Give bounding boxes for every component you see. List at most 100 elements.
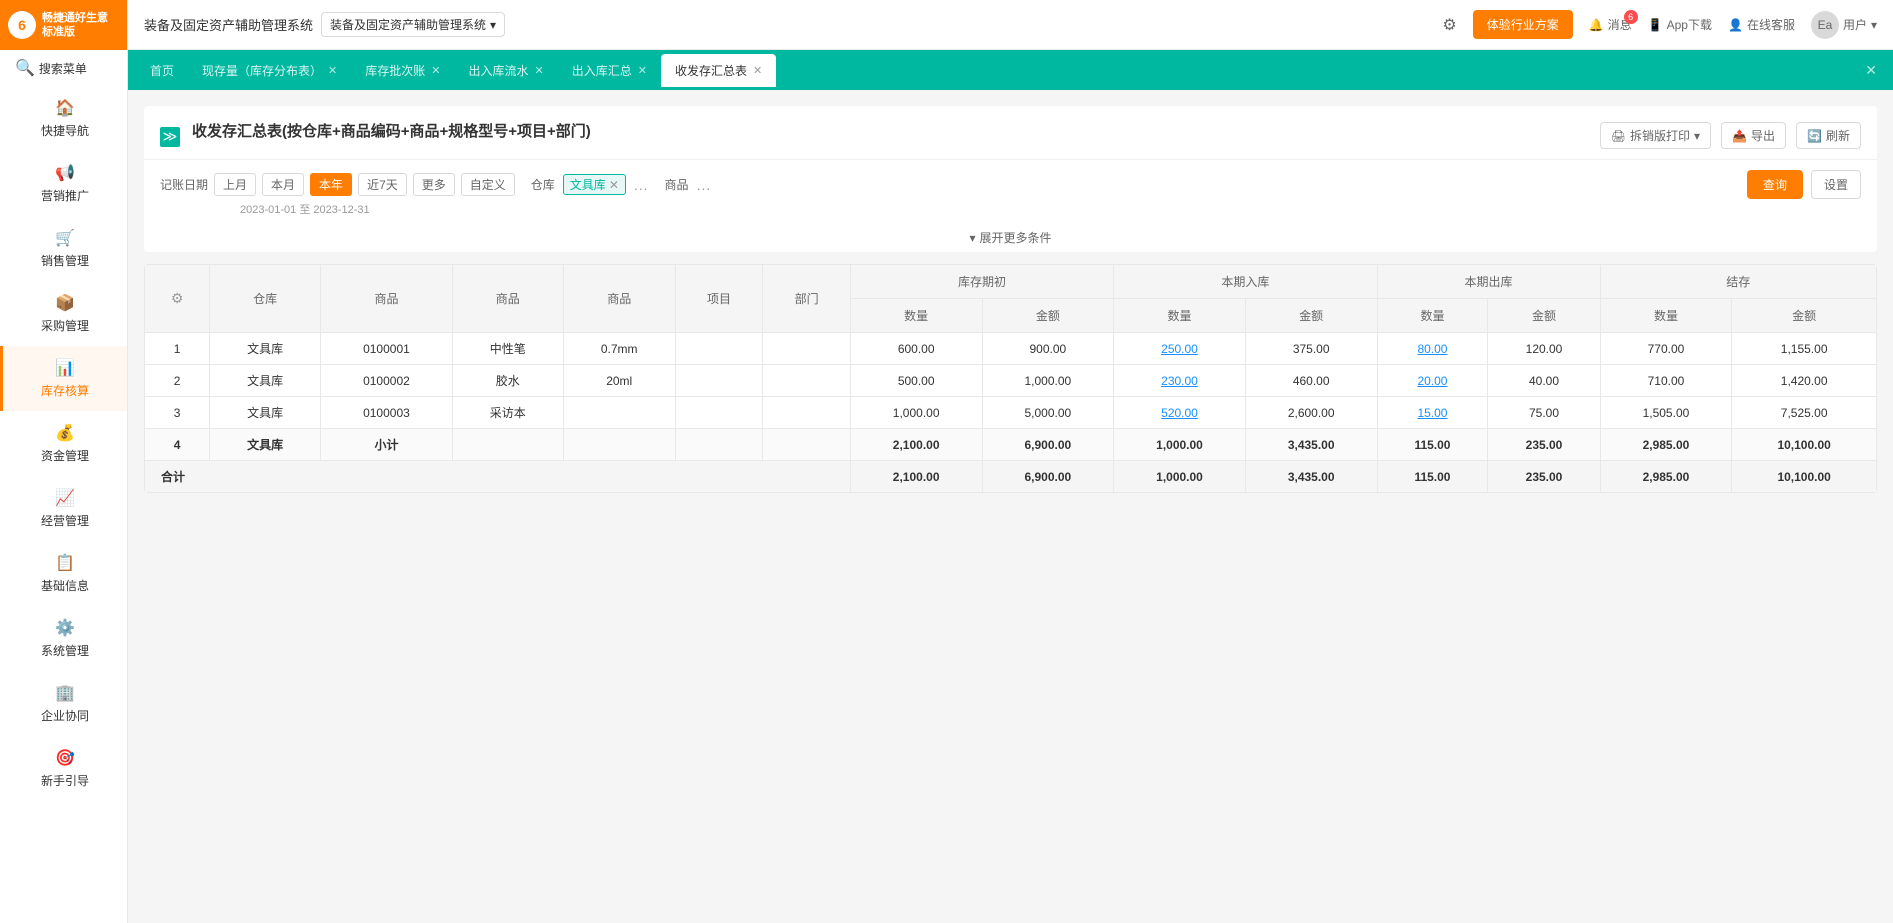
total-out-qty: 115.00 (1377, 461, 1488, 493)
sidebar-item-finance[interactable]: 💰 资金管理 (0, 411, 127, 476)
topbar: 装备及固定资产辅助管理系统 装备及固定资产辅助管理系统 ▾ ⚙ 体验行业方案 🔔… (128, 0, 1893, 50)
row-name: 采访本 (452, 397, 563, 429)
col-out-amt: 金额 (1488, 299, 1600, 333)
query-button[interactable]: 查询 (1747, 170, 1803, 199)
settings-button[interactable]: 设置 (1811, 170, 1861, 199)
sidebar-item-operation[interactable]: 📈 经营管理 (0, 476, 127, 541)
date-btn-custom[interactable]: 自定义 (461, 173, 515, 196)
goods-filter: 商品 ... (665, 176, 712, 193)
row-project (675, 429, 763, 461)
online-service-button[interactable]: 👤 在线客服 (1728, 16, 1795, 33)
refresh-button[interactable]: 🔄 刷新 (1796, 122, 1861, 149)
filter-action-buttons: 查询 设置 (1747, 170, 1861, 199)
avatar: Ea (1811, 11, 1839, 39)
row-in-qty[interactable]: 520.00 (1114, 397, 1246, 429)
row-warehouse: 文具库 (210, 333, 321, 365)
expand-button[interactable]: ≫ (160, 127, 180, 147)
sidebar-item-search[interactable]: 🔍 搜索菜单 (0, 50, 127, 86)
sidebar-item-sales[interactable]: 🛒 销售管理 (0, 216, 127, 281)
row-in-amt: 2,600.00 (1245, 397, 1377, 429)
bell-icon: 🔔 (1589, 18, 1604, 32)
total-in-amt: 3,435.00 (1245, 461, 1377, 493)
goods-dots[interactable]: ... (697, 177, 712, 193)
row-warehouse: 文具库 (210, 365, 321, 397)
sidebar-item-enterprise[interactable]: 🏢 企业协同 (0, 671, 127, 736)
marketing-icon: 📢 (55, 163, 75, 183)
row-in-qty[interactable]: 230.00 (1114, 365, 1246, 397)
row-out-qty[interactable]: 80.00 (1377, 333, 1488, 365)
sidebar-item-label: 搜索菜单 (39, 60, 87, 77)
row-out-qty-link[interactable]: 15.00 (1417, 406, 1447, 420)
row-out-amt: 40.00 (1488, 365, 1600, 397)
tab-home[interactable]: 首页 (136, 54, 188, 87)
sidebar-item-quick[interactable]: 🏠 快捷导航 (0, 86, 127, 151)
date-btn-7days[interactable]: 近7天 (358, 173, 407, 196)
row-out-qty[interactable]: 15.00 (1377, 397, 1488, 429)
app-download-button[interactable]: 📱 App下载 (1648, 16, 1712, 33)
row-num: 3 (145, 397, 210, 429)
tab-close-icon[interactable]: ✕ (431, 64, 440, 77)
print-icon: 🖨 (1611, 129, 1626, 143)
row-out-qty-link[interactable]: 80.00 (1417, 342, 1447, 356)
purchase-icon: 📦 (55, 293, 75, 313)
date-btn-this-month[interactable]: 本月 (262, 173, 304, 196)
main-area: 装备及固定资产辅助管理系统 装备及固定资产辅助管理系统 ▾ ⚙ 体验行业方案 🔔… (128, 0, 1893, 923)
row-out-qty[interactable]: 20.00 (1377, 365, 1488, 397)
col-bal-qty: 数量 (1600, 299, 1732, 333)
tab-close-icon[interactable]: ✕ (328, 64, 337, 77)
row-spec: 20ml (563, 365, 675, 397)
date-btn-this-year[interactable]: 本年 (310, 173, 352, 196)
sidebar-item-basic[interactable]: 📋 基础信息 (0, 541, 127, 606)
row-spec (563, 429, 675, 461)
user-menu[interactable]: Ea 用户 ▾ (1811, 11, 1877, 39)
row-in-qty-link[interactable]: 250.00 (1161, 342, 1198, 356)
export-button[interactable]: 📤 导出 (1721, 122, 1786, 149)
tab-inout-summary[interactable]: 出入库汇总 ✕ (558, 54, 661, 87)
date-btn-last-month[interactable]: 上月 (214, 173, 256, 196)
gear-icon[interactable]: ⚙ (171, 290, 184, 306)
warehouse-dots[interactable]: ... (634, 177, 649, 193)
tab-close-icon[interactable]: ✕ (535, 64, 544, 77)
settings-gear[interactable]: ⚙ (1442, 15, 1456, 35)
tab-close-icon[interactable]: ✕ (638, 64, 647, 77)
tab-inventory-dist[interactable]: 现存量（库存分布表） ✕ (188, 54, 351, 87)
col-settings[interactable]: ⚙ (145, 265, 210, 333)
finance-icon: 💰 (55, 423, 75, 443)
tab-close-icon[interactable]: ✕ (753, 64, 762, 77)
notification-button[interactable]: 🔔 6 消息 (1589, 16, 1632, 33)
tab-inout-flow[interactable]: 出入库流水 ✕ (454, 54, 557, 87)
sidebar-item-inventory[interactable]: 📊 库存核算 (0, 346, 127, 411)
sidebar-item-purchase[interactable]: 📦 采购管理 (0, 281, 127, 346)
sidebar-item-label: 快捷导航 (41, 122, 89, 139)
row-out-qty-link[interactable]: 20.00 (1417, 374, 1447, 388)
system-selector[interactable]: 装备及固定资产辅助管理系统 ▾ (321, 12, 505, 37)
tab-batch[interactable]: 库存批次账 ✕ (351, 54, 454, 87)
date-btn-more[interactable]: 更多 (413, 173, 455, 196)
warehouse-tag-remove[interactable]: ✕ (609, 178, 619, 192)
row-warehouse: 文具库 (210, 397, 321, 429)
date-filter: 记账日期 上月 本月 本年 近7天 更多 自定义 (160, 173, 515, 196)
row-in-amt: 3,435.00 (1245, 429, 1377, 461)
row-code: 小计 (321, 429, 453, 461)
refresh-icon: 🔄 (1807, 129, 1822, 143)
experience-button[interactable]: 体验行业方案 (1473, 10, 1573, 39)
sidebar-item-system[interactable]: ⚙️ 系统管理 (0, 606, 127, 671)
page-close-button[interactable]: ✕ (1857, 62, 1885, 79)
sales-icon: 🛒 (55, 228, 75, 248)
row-in-qty-link[interactable]: 230.00 (1161, 374, 1198, 388)
print-button[interactable]: 🖨 拆销版打印 ▾ (1600, 122, 1711, 149)
total-bal-qty: 2,985.00 (1600, 461, 1732, 493)
enterprise-icon: 🏢 (55, 683, 75, 703)
row-project (675, 365, 763, 397)
sidebar-item-guide[interactable]: 🎯 新手引导 (0, 736, 127, 801)
tab-recv-send-summary[interactable]: 收发存汇总表 ✕ (661, 54, 776, 87)
row-in-qty-link[interactable]: 520.00 (1161, 406, 1198, 420)
row-bal-amt: 10,100.00 (1732, 429, 1877, 461)
expand-conditions-button[interactable]: ▾ 展开更多条件 (160, 223, 1861, 252)
row-open-amt: 6,900.00 (982, 429, 1114, 461)
row-in-qty[interactable]: 250.00 (1114, 333, 1246, 365)
total-in-qty: 1,000.00 (1114, 461, 1246, 493)
chevron-down-icon: ▾ (1871, 18, 1877, 32)
sidebar-item-marketing[interactable]: 📢 营销推广 (0, 151, 127, 216)
row-bal-amt: 7,525.00 (1732, 397, 1877, 429)
